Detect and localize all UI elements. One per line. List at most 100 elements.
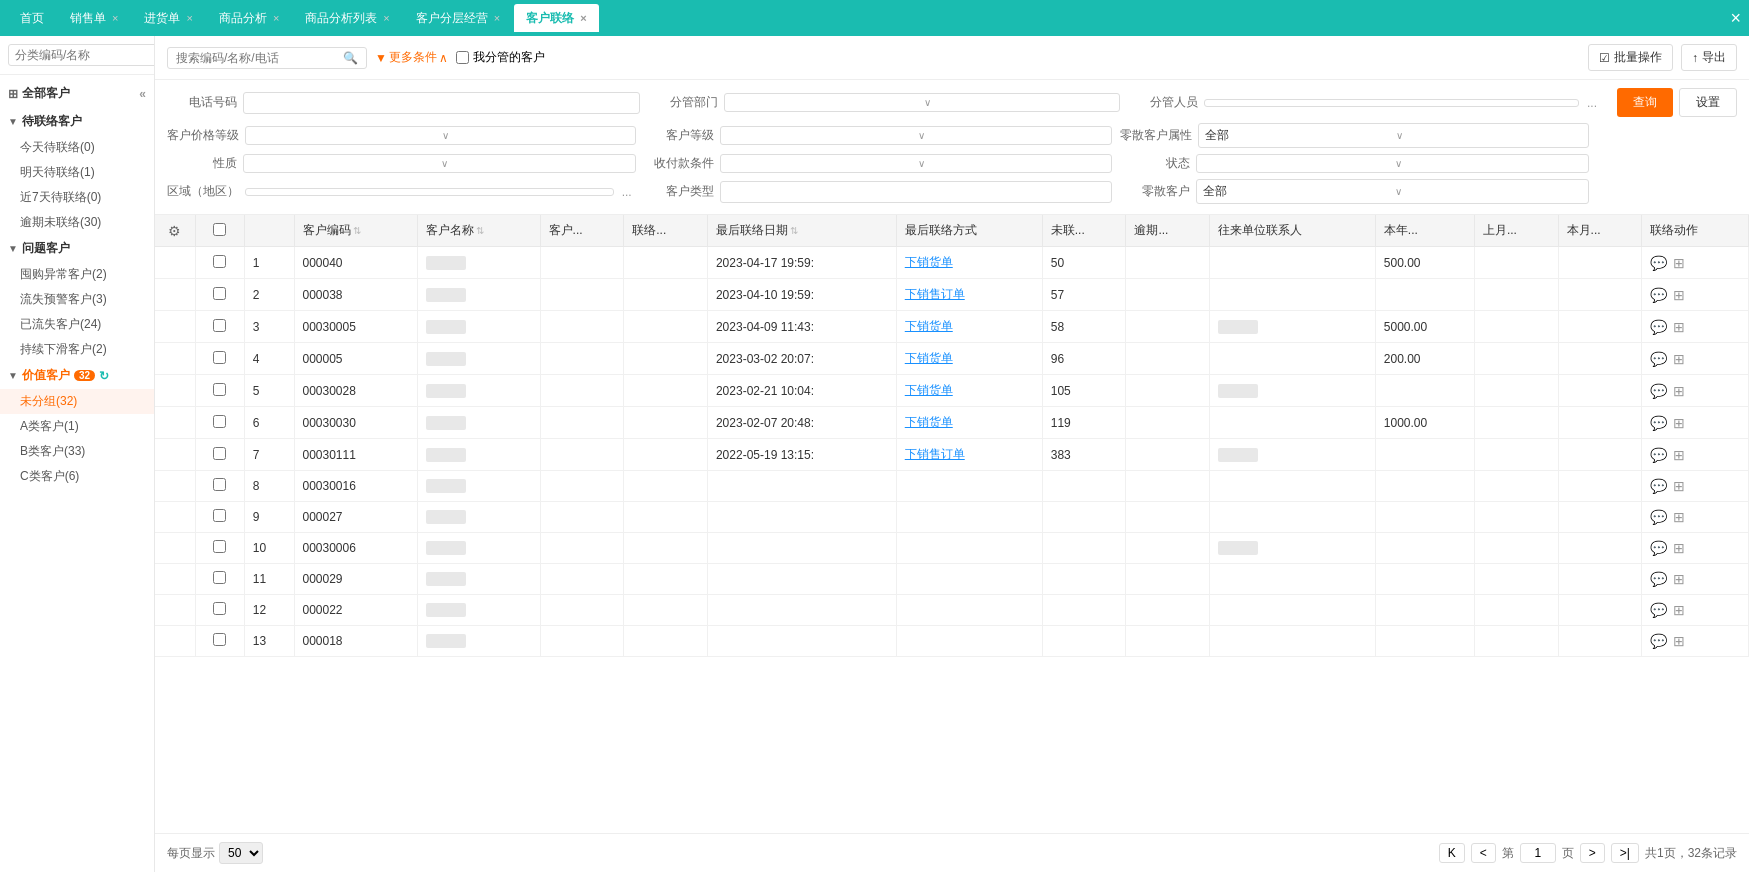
- tab-customer-segment[interactable]: 客户分层经营 ×: [404, 4, 512, 32]
- cell-checkbox[interactable]: [195, 439, 244, 471]
- region-select[interactable]: [245, 188, 614, 196]
- message-icon[interactable]: 💬: [1650, 509, 1667, 525]
- sidebar-item-7days[interactable]: 近7天待联络(0): [0, 185, 154, 210]
- close-icon[interactable]: ×: [186, 12, 192, 24]
- row-checkbox[interactable]: [213, 383, 226, 396]
- sidebar-item-churn-warning[interactable]: 流失预警客户(3): [0, 287, 154, 312]
- close-all-button[interactable]: ×: [1730, 8, 1741, 29]
- close-icon[interactable]: ×: [112, 12, 118, 24]
- cell-name[interactable]: [417, 595, 540, 626]
- sort-icon[interactable]: ⇅: [353, 225, 361, 236]
- cell-last-contact-way[interactable]: [896, 533, 1042, 564]
- row-checkbox[interactable]: [213, 351, 226, 364]
- tab-home[interactable]: 首页: [8, 4, 56, 32]
- grid-action-icon[interactable]: ⊞: [1673, 383, 1685, 399]
- message-icon[interactable]: 💬: [1650, 540, 1667, 556]
- grid-action-icon[interactable]: ⊞: [1673, 351, 1685, 367]
- cell-checkbox[interactable]: [195, 626, 244, 657]
- cell-name[interactable]: [417, 279, 540, 311]
- grid-action-icon[interactable]: ⊞: [1673, 633, 1685, 649]
- cell-name[interactable]: [417, 247, 540, 279]
- payment-select[interactable]: ∨: [720, 154, 1113, 173]
- cell-name[interactable]: [417, 311, 540, 343]
- sidebar-item-overdue[interactable]: 逾期未联络(30): [0, 210, 154, 235]
- row-checkbox[interactable]: [213, 447, 226, 460]
- grid-action-icon[interactable]: ⊞: [1673, 571, 1685, 587]
- cell-checkbox[interactable]: [195, 564, 244, 595]
- sidebar-item-class-c[interactable]: C类客户(6): [0, 464, 154, 489]
- row-checkbox[interactable]: [213, 415, 226, 428]
- cell-checkbox[interactable]: [195, 502, 244, 533]
- message-icon[interactable]: 💬: [1650, 415, 1667, 431]
- sidebar-item-churned[interactable]: 已流失客户(24): [0, 312, 154, 337]
- more-icon[interactable]: ...: [618, 185, 636, 199]
- cell-checkbox[interactable]: [195, 407, 244, 439]
- phone-input[interactable]: [243, 92, 640, 114]
- message-icon[interactable]: 💬: [1650, 571, 1667, 587]
- tab-purchase-order[interactable]: 进货单 ×: [132, 4, 204, 32]
- next-page-button[interactable]: >: [1580, 843, 1605, 863]
- grid-action-icon[interactable]: ⊞: [1673, 602, 1685, 618]
- cell-checkbox[interactable]: [195, 533, 244, 564]
- message-icon[interactable]: 💬: [1650, 255, 1667, 271]
- settings-icon[interactable]: ⚙: [168, 223, 181, 239]
- message-icon[interactable]: 💬: [1650, 319, 1667, 335]
- col-contact-header[interactable]: 联络...: [624, 215, 708, 247]
- collapse-icon[interactable]: «: [139, 87, 146, 101]
- message-icon[interactable]: 💬: [1650, 602, 1667, 618]
- grid-action-icon[interactable]: ⊞: [1673, 540, 1685, 556]
- cell-last-contact-way[interactable]: 下销货单: [896, 375, 1042, 407]
- first-page-button[interactable]: K: [1439, 843, 1465, 863]
- grid-action-icon[interactable]: ⊞: [1673, 478, 1685, 494]
- sidebar-item-hoarding[interactable]: 囤购异常客户(2): [0, 262, 154, 287]
- refresh-icon[interactable]: ↻: [99, 369, 109, 383]
- row-checkbox[interactable]: [213, 255, 226, 268]
- col-last-contact-way-header[interactable]: 最后联络方式: [896, 215, 1042, 247]
- cell-name[interactable]: [417, 375, 540, 407]
- cell-checkbox[interactable]: [195, 279, 244, 311]
- scatter-attr-select[interactable]: 全部 ∨: [1198, 123, 1589, 148]
- cell-last-contact-way[interactable]: [896, 502, 1042, 533]
- sort-icon[interactable]: ⇅: [476, 225, 484, 236]
- tab-customer-contact[interactable]: 客户联络 ×: [514, 4, 598, 32]
- prev-page-button[interactable]: <: [1471, 843, 1496, 863]
- row-checkbox[interactable]: [213, 287, 226, 300]
- cell-checkbox[interactable]: [195, 311, 244, 343]
- close-icon[interactable]: ×: [580, 12, 586, 24]
- grid-action-icon[interactable]: ⊞: [1673, 447, 1685, 463]
- message-icon[interactable]: 💬: [1650, 478, 1667, 494]
- cell-checkbox[interactable]: [195, 343, 244, 375]
- tab-sales-order[interactable]: 销售单 ×: [58, 4, 130, 32]
- sidebar-item-class-a[interactable]: A类客户(1): [0, 414, 154, 439]
- cell-name[interactable]: [417, 502, 540, 533]
- cell-last-contact-way[interactable]: 下销货单: [896, 311, 1042, 343]
- cell-checkbox[interactable]: [195, 247, 244, 279]
- customer-level-select[interactable]: ∨: [720, 126, 1113, 145]
- cell-last-contact-way[interactable]: [896, 595, 1042, 626]
- col-type-header[interactable]: 客户...: [540, 215, 624, 247]
- per-page-select[interactable]: 50: [219, 842, 263, 864]
- col-this-month-header[interactable]: 本月...: [1558, 215, 1642, 247]
- sidebar-item-declining[interactable]: 持续下滑客户(2): [0, 337, 154, 362]
- sidebar-all-customers[interactable]: ⊞ 全部客户 «: [0, 79, 154, 108]
- row-checkbox[interactable]: [213, 478, 226, 491]
- close-icon[interactable]: ×: [273, 12, 279, 24]
- col-name-header[interactable]: 客户名称⇅: [417, 215, 540, 247]
- cell-name[interactable]: [417, 407, 540, 439]
- customer-type-input[interactable]: [720, 181, 1113, 203]
- cell-last-contact-way[interactable]: [896, 564, 1042, 595]
- cell-name[interactable]: [417, 343, 540, 375]
- cell-name[interactable]: [417, 626, 540, 657]
- cell-checkbox[interactable]: [195, 375, 244, 407]
- cell-name[interactable]: [417, 533, 540, 564]
- filter-search-box[interactable]: 🔍: [167, 47, 367, 69]
- filter-search-input[interactable]: [176, 51, 339, 65]
- sidebar-item-ungrouped[interactable]: 未分组(32): [0, 389, 154, 414]
- scatter-customer-select[interactable]: 全部 ∨: [1196, 179, 1589, 204]
- query-button[interactable]: 查询: [1617, 88, 1673, 117]
- row-checkbox[interactable]: [213, 509, 226, 522]
- last-page-button[interactable]: >|: [1611, 843, 1639, 863]
- col-company-contact-header[interactable]: 往来单位联系人: [1210, 215, 1376, 247]
- sidebar-group-pending[interactable]: ▼ 待联络客户: [0, 108, 154, 135]
- col-settings[interactable]: ⚙: [155, 215, 195, 247]
